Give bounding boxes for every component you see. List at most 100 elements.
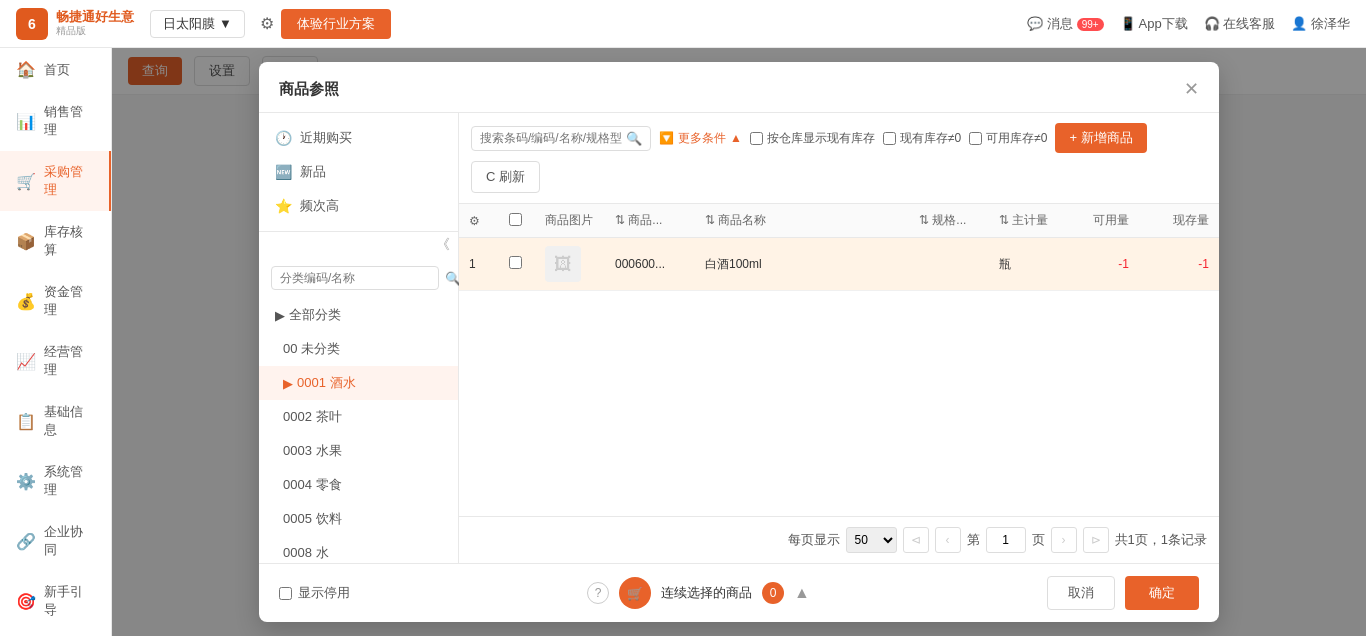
- modal-footer: 显示停用 ? 🛒 连续选择的商品 0 ▲ 取消 确定: [259, 563, 1219, 622]
- modal-body: 🕐 近期购买 🆕 新品 ⭐ 频次高 《: [259, 113, 1219, 563]
- gear-icon[interactable]: ⚙: [253, 10, 281, 38]
- help-icon[interactable]: ?: [587, 582, 609, 604]
- add-product-btn[interactable]: + 新增商品: [1055, 123, 1146, 153]
- checkbox-stock-nonzero-label: 现有库存≠0: [900, 130, 961, 147]
- checkbox-stock-nonzero[interactable]: 现有库存≠0: [883, 130, 961, 147]
- refresh-table-btn[interactable]: C 刷新: [471, 161, 540, 193]
- continuous-label: 连续选择的商品: [661, 584, 752, 602]
- tab-frequent[interactable]: ⭐ 频次高: [259, 189, 458, 223]
- sidebar-label-finance: 资金管理: [44, 283, 95, 319]
- checkbox-stock-nonzero-input[interactable]: [883, 132, 896, 145]
- checkbox-avail-nonzero[interactable]: 可用库存≠0: [969, 130, 1047, 147]
- th-checkbox[interactable]: [499, 204, 535, 238]
- row-unit: 瓶: [989, 238, 1059, 291]
- cat-tea[interactable]: 0002 茶叶: [259, 400, 458, 434]
- th-spec[interactable]: ⇅ 规格...: [909, 204, 989, 238]
- cat-drinks[interactable]: 0005 饮料: [259, 502, 458, 536]
- row-checkbox[interactable]: [509, 256, 522, 269]
- sidebar-item-business[interactable]: 📈经营管理: [0, 331, 111, 391]
- pagination: 每页显示 50 20 100 ⊲ ‹ 第 页 › ⊳ 共1页，1条记录: [459, 516, 1219, 563]
- sidebar-item-basic[interactable]: 📋基础信息: [0, 391, 111, 451]
- trial-btn[interactable]: 体验行业方案: [281, 9, 391, 39]
- logo-icon: 6: [16, 8, 48, 40]
- checkbox-warehouse-label: 按仓库显示现有库存: [767, 130, 875, 147]
- cat-label-all: 全部分类: [289, 306, 341, 324]
- tab-recent[interactable]: 🕐 近期购买: [259, 121, 458, 155]
- row-spec: [909, 238, 989, 291]
- row-check[interactable]: [499, 238, 535, 291]
- th-code[interactable]: ⇅ 商品...: [605, 204, 695, 238]
- modal-header: 商品参照 ✕: [259, 62, 1219, 113]
- sidebar-item-inventory[interactable]: 📦库存核算: [0, 211, 111, 271]
- checkbox-warehouse-input[interactable]: [750, 132, 763, 145]
- sidebar-item-purchase[interactable]: 🛒采购管理: [0, 151, 111, 211]
- page-input[interactable]: [986, 527, 1026, 553]
- filter-btn[interactable]: 🔽 更多条件 ▲: [659, 130, 742, 147]
- sidebar-label-collab: 企业协同: [44, 523, 95, 559]
- cat-alcohol[interactable]: ▶ 0001 酒水: [259, 366, 458, 400]
- product-search-input[interactable]: [480, 131, 622, 145]
- collapse-footer-icon[interactable]: ▲: [794, 584, 810, 602]
- tab-new[interactable]: 🆕 新品: [259, 155, 458, 189]
- tab-new-label: 新品: [300, 163, 326, 181]
- checkbox-avail-nonzero-input[interactable]: [969, 132, 982, 145]
- sidebar: 🏠首页 📊销售管理 🛒采购管理 📦库存核算 💰资金管理 📈经营管理 📋基础信息 …: [0, 48, 112, 636]
- sidebar-label-purchase: 采购管理: [44, 163, 93, 199]
- checkbox-warehouse[interactable]: 按仓库显示现有库存: [750, 130, 875, 147]
- per-page-select[interactable]: 50 20 100: [846, 527, 897, 553]
- confirm-btn[interactable]: 确定: [1125, 576, 1199, 610]
- sidebar-item-home[interactable]: 🏠首页: [0, 48, 111, 91]
- user-avatar[interactable]: 👤 徐泽华: [1291, 15, 1350, 33]
- sidebar-label-business: 经营管理: [44, 343, 95, 379]
- footer-right: 取消 确定: [1047, 576, 1199, 610]
- sidebar-item-system[interactable]: ⚙️系统管理: [0, 451, 111, 511]
- th-unit[interactable]: ⇅ 主计量: [989, 204, 1059, 238]
- collapse-btn[interactable]: 《: [436, 236, 450, 254]
- sidebar-item-guide[interactable]: 🎯新手引导: [0, 571, 111, 631]
- logo-area: 6 畅捷通好生意 精品版: [16, 8, 134, 40]
- page-next-btn[interactable]: ›: [1051, 527, 1077, 553]
- checkbox-avail-nonzero-label: 可用库存≠0: [986, 130, 1047, 147]
- modal-close-button[interactable]: ✕: [1184, 78, 1199, 100]
- th-img: 商品图片: [535, 204, 605, 238]
- nav-selector[interactable]: 日太阳膜 ▼: [150, 10, 245, 38]
- cancel-btn[interactable]: 取消: [1047, 576, 1115, 610]
- search-magnifier-icon[interactable]: 🔍: [626, 131, 642, 146]
- page-first-btn[interactable]: ⊲: [903, 527, 929, 553]
- cat-water[interactable]: 0008 水: [259, 536, 458, 563]
- th-avail: 可用量: [1059, 204, 1139, 238]
- cat-search-input[interactable]: [271, 266, 439, 290]
- cat-unclassified[interactable]: 00 未分类: [259, 332, 458, 366]
- product-image: 🖼: [545, 246, 581, 282]
- show-disabled-input[interactable]: [279, 587, 292, 600]
- cat-all[interactable]: ▶ 全部分类: [259, 298, 458, 332]
- cat-fruit[interactable]: 0003 水果: [259, 434, 458, 468]
- th-name[interactable]: ⇅ 商品名称: [695, 204, 909, 238]
- inventory-icon: 📦: [16, 232, 36, 251]
- message-icon[interactable]: 💬 消息 99+: [1027, 15, 1103, 33]
- sidebar-item-finance[interactable]: 💰资金管理: [0, 271, 111, 331]
- cat-snacks[interactable]: 0004 零食: [259, 468, 458, 502]
- sidebar-item-appcenter[interactable]: 📱应用中心: [0, 631, 111, 636]
- sidebar-label-home: 首页: [44, 61, 70, 79]
- online-service-link[interactable]: 🎧 在线客服: [1204, 15, 1276, 33]
- table-body: 1 🖼 000600... 白酒100ml 瓶 -1: [459, 238, 1219, 291]
- cart-icon[interactable]: 🛒: [619, 577, 651, 609]
- sidebar-item-collab[interactable]: 🔗 企业协同: [0, 511, 111, 571]
- left-panel: 🕐 近期购买 🆕 新品 ⭐ 频次高 《: [259, 113, 459, 563]
- app-download-link[interactable]: 📱 App下载: [1120, 15, 1188, 33]
- sort-name-icon: ⇅: [705, 213, 715, 227]
- select-all-checkbox[interactable]: [509, 213, 522, 226]
- collab-icon: 🔗: [16, 532, 36, 551]
- table-row[interactable]: 1 🖼 000600... 白酒100ml 瓶 -1: [459, 238, 1219, 291]
- sort-spec-icon: ⇅: [919, 213, 929, 227]
- total-info: 共1页，1条记录: [1115, 531, 1207, 549]
- sort-icon: ⇅: [615, 213, 625, 227]
- table-toolbar: 🔍 🔽 更多条件 ▲ 按仓库显示现有库存: [459, 113, 1219, 204]
- product-table-wrap: ⚙ 商品图片 ⇅ 商品... ⇅ 商品名称: [459, 204, 1219, 516]
- th-settings[interactable]: ⚙: [459, 204, 499, 238]
- show-disabled-checkbox[interactable]: 显示停用: [279, 584, 350, 602]
- page-prev-btn[interactable]: ‹: [935, 527, 961, 553]
- sidebar-item-sales[interactable]: 📊销售管理: [0, 91, 111, 151]
- page-last-btn[interactable]: ⊳: [1083, 527, 1109, 553]
